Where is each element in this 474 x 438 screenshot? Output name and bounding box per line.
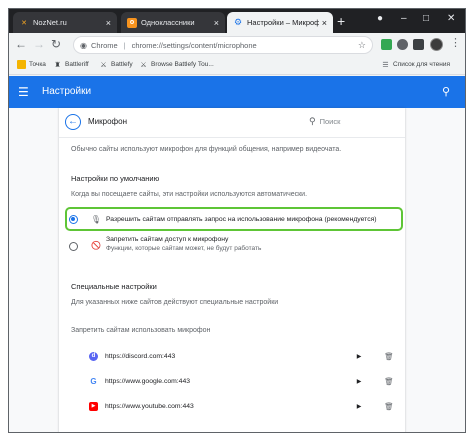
battlefy-icon: ⚔ bbox=[100, 61, 107, 69]
radio-block[interactable] bbox=[69, 242, 78, 251]
toolbar: ← → ↻ ◉ Chrome | chrome://settings/conte… bbox=[9, 33, 465, 57]
reading-list-icon: ☰ bbox=[382, 61, 389, 69]
avatar[interactable] bbox=[430, 38, 443, 51]
page-title: Микрофон bbox=[88, 117, 127, 126]
address-protocol: Chrome bbox=[90, 40, 118, 50]
battleriff-icon: ♜ bbox=[54, 61, 61, 69]
card-header: ← Микрофон ⚲ Поиск bbox=[59, 108, 405, 138]
bookmarks-bar: Точка ♜ Battleriff ⚔ Battlefy ⚔ Browse B… bbox=[9, 57, 465, 75]
trash-icon[interactable]: 🗑 bbox=[379, 352, 399, 361]
option-allow-label: Разрешить сайтам отправлять запрос на ис… bbox=[106, 215, 377, 223]
new-tab-icon[interactable]: + bbox=[337, 14, 345, 28]
browser-window: ✕ NozNet.ru × o Одноклассники × ⚙ Настро… bbox=[8, 8, 466, 433]
microphone-icon: 🎙 bbox=[90, 214, 102, 224]
site-url: https://www.google.com:443 bbox=[105, 377, 191, 385]
menu-dots-icon[interactable]: ⋮ bbox=[450, 37, 461, 49]
reading-list-button[interactable]: ☰ Список для чтения bbox=[381, 60, 450, 69]
settings-title: Настройки bbox=[42, 86, 92, 97]
settings-header: ☰ Настройки ⚲ bbox=[9, 76, 465, 108]
settings-content: ← Микрофон ⚲ Поиск Обычно сайты использу… bbox=[9, 108, 465, 432]
defaults-description: Когда вы посещаете сайты, эти настройки … bbox=[71, 191, 308, 198]
google-icon: G bbox=[89, 376, 98, 386]
special-description: Для указанных ниже сайтов действуют спец… bbox=[71, 299, 279, 306]
site-url: https://www.youtube.com:443 bbox=[105, 402, 194, 410]
option-block-sublabel: Функции, которые сайтам может, не будут … bbox=[106, 245, 262, 252]
chevron-right-icon[interactable]: ▶ bbox=[339, 403, 379, 410]
option-allow-request[interactable]: 🎙 Разрешить сайтам отправлять запрос на … bbox=[69, 208, 395, 230]
address-separator: | bbox=[123, 40, 126, 50]
bookmark-item[interactable]: ⚔ Browse Battlefy Tou... bbox=[139, 60, 214, 69]
chrome-icon: ◉ bbox=[80, 40, 87, 50]
bookmark-label: Battlefy bbox=[111, 61, 133, 68]
option-block-text: Запретить сайтам доступ к микрофону Функ… bbox=[106, 236, 261, 252]
bookmark-item[interactable]: ⚔ Battlefy bbox=[99, 60, 133, 69]
close-icon[interactable]: × bbox=[322, 18, 327, 28]
address-bar[interactable]: ◉ Chrome | chrome://settings/content/mic… bbox=[73, 36, 373, 54]
tab-noznet[interactable]: ✕ NozNet.ru × bbox=[13, 12, 117, 33]
search-input[interactable]: ⚲ Поиск bbox=[309, 116, 340, 127]
close-icon[interactable]: × bbox=[106, 18, 111, 28]
reload-icon[interactable]: ↻ bbox=[51, 38, 61, 50]
tab-strip: ✕ NozNet.ru × o Одноклассники × ⚙ Настро… bbox=[9, 9, 465, 33]
chevron-right-icon[interactable]: ▶ bbox=[339, 353, 379, 360]
intro-text: Обычно сайты используют микрофон для фун… bbox=[71, 146, 342, 153]
extensions-puzzle-icon[interactable] bbox=[397, 39, 408, 50]
defaults-heading: Настройки по умолчанию bbox=[71, 174, 160, 183]
forward-arrow-icon[interactable]: → bbox=[33, 38, 45, 50]
maximize-icon[interactable]: □ bbox=[423, 13, 429, 24]
extension-green-icon[interactable] bbox=[381, 39, 392, 50]
discord-icon: d bbox=[89, 351, 98, 361]
odnoklassniki-icon: o bbox=[127, 17, 137, 28]
bookmark-label: Battleriff bbox=[65, 61, 89, 68]
extension-dark-icon[interactable] bbox=[413, 39, 424, 50]
chevron-right-icon[interactable]: ▶ bbox=[339, 378, 379, 385]
search-icon: ⚲ bbox=[309, 116, 316, 126]
back-button[interactable]: ← bbox=[65, 114, 81, 130]
tab-search-icon[interactable]: ● bbox=[377, 13, 383, 24]
site-row-google[interactable]: G https://www.google.com:443 ▶ 🗑 bbox=[89, 374, 399, 388]
star-icon[interactable]: ☆ bbox=[358, 40, 366, 51]
close-icon[interactable]: × bbox=[214, 18, 219, 28]
search-placeholder: Поиск bbox=[319, 117, 341, 126]
blocked-heading: Запретить сайтам использовать микрофон bbox=[71, 327, 211, 334]
site-url: https://discord.com:443 bbox=[105, 352, 176, 360]
address-url: chrome://settings/content/microphone bbox=[131, 40, 257, 50]
tab-title: NozNet.ru bbox=[33, 18, 67, 27]
bookmark-label: Список для чтения bbox=[393, 61, 450, 68]
option-block[interactable]: 🚫 Запретить сайтам доступ к микрофону Фу… bbox=[69, 236, 395, 260]
window-close-icon[interactable]: ✕ bbox=[447, 13, 455, 24]
noznet-icon: ✕ bbox=[21, 19, 27, 27]
trash-icon[interactable]: 🗑 bbox=[379, 377, 399, 386]
bookmark-item[interactable]: ♜ Battleriff bbox=[53, 60, 89, 69]
radio-allow[interactable] bbox=[69, 214, 78, 224]
site-row-youtube[interactable]: ▶ https://www.youtube.com:443 ▶ 🗑 bbox=[89, 399, 399, 413]
trash-icon[interactable]: 🗑 bbox=[379, 402, 399, 411]
hamburger-menu-icon[interactable]: ☰ bbox=[18, 86, 29, 98]
tab-title: Настройки – Микрофон bbox=[247, 18, 319, 27]
gear-icon: ⚙ bbox=[233, 17, 243, 27]
tab-settings-microphone[interactable]: ⚙ Настройки – Микрофон × bbox=[227, 12, 333, 33]
tochka-icon bbox=[17, 60, 26, 69]
bookmark-label: Точка bbox=[29, 61, 46, 68]
special-heading: Специальные настройки bbox=[71, 282, 157, 291]
minimize-icon[interactable]: – bbox=[401, 13, 407, 24]
option-block-label: Запретить сайтам доступ к микрофону bbox=[106, 236, 229, 243]
back-arrow-icon[interactable]: ← bbox=[15, 38, 27, 50]
bookmark-label: Browse Battlefy Tou... bbox=[151, 61, 214, 68]
microphone-off-icon: 🚫 bbox=[91, 241, 101, 250]
search-icon[interactable]: ⚲ bbox=[442, 85, 450, 98]
tab-title: Одноклассники bbox=[141, 18, 195, 27]
youtube-icon: ▶ bbox=[89, 401, 98, 411]
battlefy-icon: ⚔ bbox=[140, 61, 147, 69]
bookmark-item[interactable]: Точка bbox=[17, 60, 46, 69]
tab-odnoklassniki[interactable]: o Одноклассники × bbox=[121, 12, 225, 33]
microphone-settings-card: ← Микрофон ⚲ Поиск Обычно сайты использу… bbox=[59, 108, 405, 432]
site-row-discord[interactable]: d https://discord.com:443 ▶ 🗑 bbox=[89, 349, 399, 363]
